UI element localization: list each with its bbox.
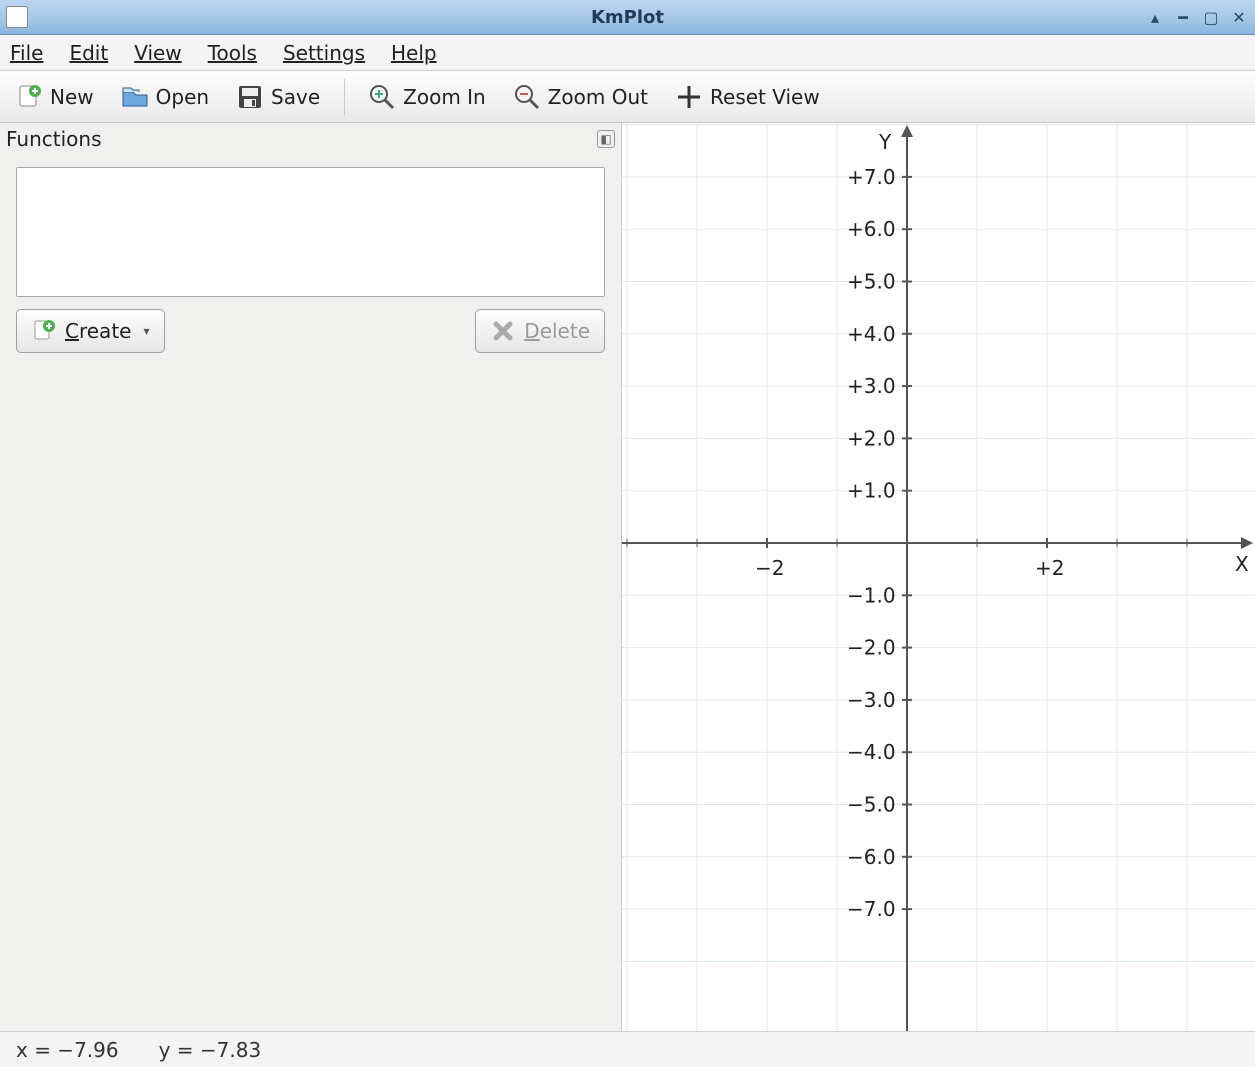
- zoom-in-label: Zoom In: [403, 85, 486, 109]
- svg-text:−1.0: −1.0: [847, 583, 896, 607]
- window-title: KmPlot: [0, 7, 1255, 28]
- menu-tools[interactable]: Tools: [208, 41, 257, 65]
- new-button[interactable]: New: [8, 80, 102, 114]
- functions-buttons: Create ▾ Delete: [0, 309, 621, 353]
- reset-view-label: Reset View: [710, 85, 820, 109]
- detach-panel-icon[interactable]: ◧: [597, 130, 615, 148]
- zoom-in-icon: [369, 84, 395, 110]
- open-button[interactable]: Open: [114, 80, 217, 114]
- window-controls: ▴ ━ ▢ ✕: [1145, 7, 1249, 27]
- svg-text:+2: +2: [1035, 556, 1064, 580]
- functions-title: Functions: [6, 127, 102, 151]
- create-label: Create: [65, 319, 131, 343]
- svg-text:+4.0: +4.0: [847, 322, 896, 346]
- main-body: Functions ◧ Create ▾ Delete XY−6−2+2+6+7…: [0, 123, 1255, 1031]
- status-x: x = −7.96: [16, 1038, 119, 1062]
- close-icon[interactable]: ✕: [1229, 7, 1249, 27]
- create-button[interactable]: Create ▾: [16, 309, 165, 353]
- status-y: y = −7.83: [159, 1038, 262, 1062]
- svg-text:+3.0: +3.0: [847, 374, 896, 398]
- functions-list[interactable]: [16, 167, 605, 297]
- chevron-down-icon: ▾: [143, 324, 149, 338]
- menu-settings[interactable]: Settings: [283, 41, 365, 65]
- menu-view[interactable]: View: [134, 41, 181, 65]
- minimize-icon[interactable]: ━: [1173, 7, 1193, 27]
- app-icon: [6, 6, 28, 28]
- titlebar: KmPlot ▴ ━ ▢ ✕: [0, 0, 1255, 35]
- new-icon: [16, 84, 42, 110]
- svg-text:+5.0: +5.0: [847, 270, 896, 294]
- delete-label: Delete: [524, 319, 590, 343]
- zoom-out-button[interactable]: Zoom Out: [506, 80, 656, 114]
- reset-view-button[interactable]: Reset View: [668, 80, 828, 114]
- delete-icon: [490, 318, 516, 344]
- menu-file[interactable]: File: [10, 41, 43, 65]
- create-icon: [31, 318, 57, 344]
- menu-help[interactable]: Help: [391, 41, 437, 65]
- delete-button: Delete: [475, 309, 605, 353]
- svg-text:−7.0: −7.0: [847, 897, 896, 921]
- toolbar: New Open Save Zoom In Zoom Out Reset Vie…: [0, 71, 1255, 123]
- save-icon: [237, 84, 263, 110]
- svg-text:+1.0: +1.0: [847, 479, 896, 503]
- plot-area[interactable]: XY−6−2+2+6+7.0+6.0+5.0+4.0+3.0+2.0+1.0−1…: [622, 123, 1255, 1031]
- zoom-out-label: Zoom Out: [548, 85, 648, 109]
- svg-text:−5.0: −5.0: [847, 793, 896, 817]
- svg-text:−4.0: −4.0: [847, 740, 896, 764]
- maximize-icon[interactable]: ▢: [1201, 7, 1221, 27]
- svg-text:+7.0: +7.0: [847, 165, 896, 189]
- statusbar: x = −7.96 y = −7.83: [0, 1031, 1255, 1067]
- menubar: File Edit View Tools Settings Help: [0, 35, 1255, 71]
- rollup-icon[interactable]: ▴: [1145, 7, 1165, 27]
- open-label: Open: [156, 85, 209, 109]
- functions-header: Functions ◧: [0, 123, 621, 155]
- save-button[interactable]: Save: [229, 80, 328, 114]
- reset-view-icon: [676, 84, 702, 110]
- svg-text:−2.0: −2.0: [847, 636, 896, 660]
- menu-edit[interactable]: Edit: [69, 41, 108, 65]
- svg-text:+2.0: +2.0: [847, 426, 896, 450]
- open-icon: [122, 84, 148, 110]
- new-label: New: [50, 85, 94, 109]
- toolbar-separator: [344, 79, 345, 115]
- functions-panel: Functions ◧ Create ▾ Delete: [0, 123, 622, 1031]
- svg-text:+6.0: +6.0: [847, 217, 896, 241]
- y-axis-label: Y: [878, 130, 892, 154]
- svg-text:−6.0: −6.0: [847, 845, 896, 869]
- svg-text:−3.0: −3.0: [847, 688, 896, 712]
- x-axis-label: X: [1235, 552, 1249, 576]
- zoom-in-button[interactable]: Zoom In: [361, 80, 494, 114]
- zoom-out-icon: [514, 84, 540, 110]
- svg-text:−2: −2: [755, 556, 784, 580]
- save-label: Save: [271, 85, 320, 109]
